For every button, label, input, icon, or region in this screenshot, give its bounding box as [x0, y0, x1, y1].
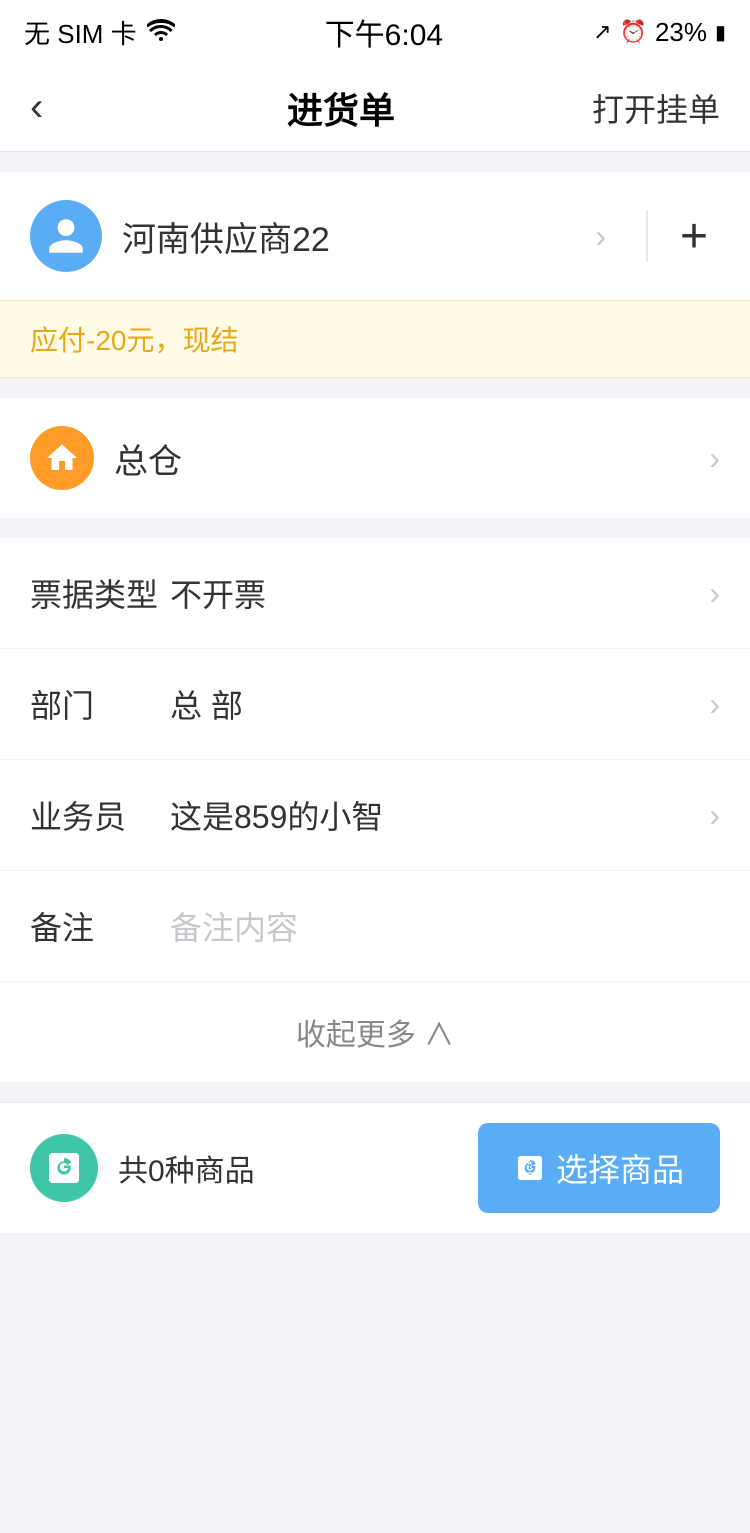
select-product-icon	[514, 1152, 546, 1184]
bottom-bar: 共0种商品 选择商品	[0, 1102, 750, 1233]
invoice-type-label: 票据类型	[30, 570, 160, 616]
battery-text: 23%	[655, 17, 707, 48]
gap-2	[0, 378, 750, 398]
department-row[interactable]: 部门 总 部 ›	[0, 649, 750, 760]
battery-icon: ▮	[715, 20, 726, 45]
invoice-type-arrow-icon: ›	[709, 575, 720, 612]
warehouse-arrow-icon: ›	[709, 440, 720, 477]
salesperson-arrow-icon: ›	[709, 797, 720, 834]
department-value: 总 部	[160, 681, 709, 727]
department-arrow-icon: ›	[709, 686, 720, 723]
warehouse-icon	[30, 426, 94, 490]
supplier-name: 河南供应商22	[122, 212, 595, 261]
select-product-button[interactable]: 选择商品	[478, 1123, 720, 1213]
salesperson-value: 这是859的小智	[160, 792, 709, 838]
warehouse-card: 总仓 ›	[0, 398, 750, 518]
open-pending-button[interactable]: 打开挂单	[592, 85, 720, 131]
alarm-icon: ⏰	[620, 19, 647, 45]
page-title: 进货单	[287, 82, 395, 134]
salesperson-row[interactable]: 业务员 这是859的小智 ›	[0, 760, 750, 871]
form-card: 票据类型 不开票 › 部门 总 部 › 业务员 这是859的小智 › 备注 备注…	[0, 538, 750, 981]
supplier-row[interactable]: 河南供应商22 › +	[0, 172, 750, 300]
location-icon: ↗	[593, 19, 611, 45]
status-bar: 无 SIM 卡 下午6:04 ↗ ⏰ 23% ▮	[0, 0, 750, 64]
collapse-bar[interactable]: 收起更多 ∧	[0, 981, 750, 1082]
salesperson-label: 业务员	[30, 792, 160, 838]
rest-background	[0, 1233, 750, 1533]
product-count-icon	[30, 1134, 98, 1202]
notice-text: 应付-20元，现结	[30, 325, 238, 356]
remark-input[interactable]: 备注内容	[160, 903, 720, 949]
status-bar-time: 下午6:04	[325, 10, 443, 54]
status-bar-right: ↗ ⏰ 23% ▮	[593, 17, 726, 48]
remark-label: 备注	[30, 903, 160, 949]
warehouse-name: 总仓	[114, 434, 709, 483]
invoice-type-value: 不开票	[160, 570, 709, 616]
product-count-text: 共0种商品	[118, 1146, 478, 1190]
warehouse-row[interactable]: 总仓 ›	[0, 398, 750, 518]
nav-bar: ‹ 进货单 打开挂单	[0, 64, 750, 152]
gap-1	[0, 152, 750, 172]
supplier-card: 河南供应商22 › + 应付-20元，现结	[0, 172, 750, 378]
supplier-arrow-icon: ›	[595, 218, 606, 255]
gap-3	[0, 518, 750, 538]
carrier-text: 无 SIM 卡	[24, 14, 137, 51]
remark-row[interactable]: 备注 备注内容	[0, 871, 750, 981]
back-button[interactable]: ‹	[30, 85, 90, 130]
notice-bar: 应付-20元，现结	[0, 300, 750, 378]
gap-4	[0, 1082, 750, 1102]
add-supplier-button[interactable]: +	[668, 209, 720, 264]
select-product-label: 选择商品	[556, 1145, 684, 1191]
status-bar-left: 无 SIM 卡	[24, 14, 175, 51]
wifi-icon	[147, 17, 175, 48]
supplier-divider	[646, 210, 648, 262]
department-label: 部门	[30, 681, 160, 727]
supplier-avatar	[30, 200, 102, 272]
invoice-type-row[interactable]: 票据类型 不开票 ›	[0, 538, 750, 649]
collapse-label: 收起更多 ∧	[296, 1019, 454, 1052]
